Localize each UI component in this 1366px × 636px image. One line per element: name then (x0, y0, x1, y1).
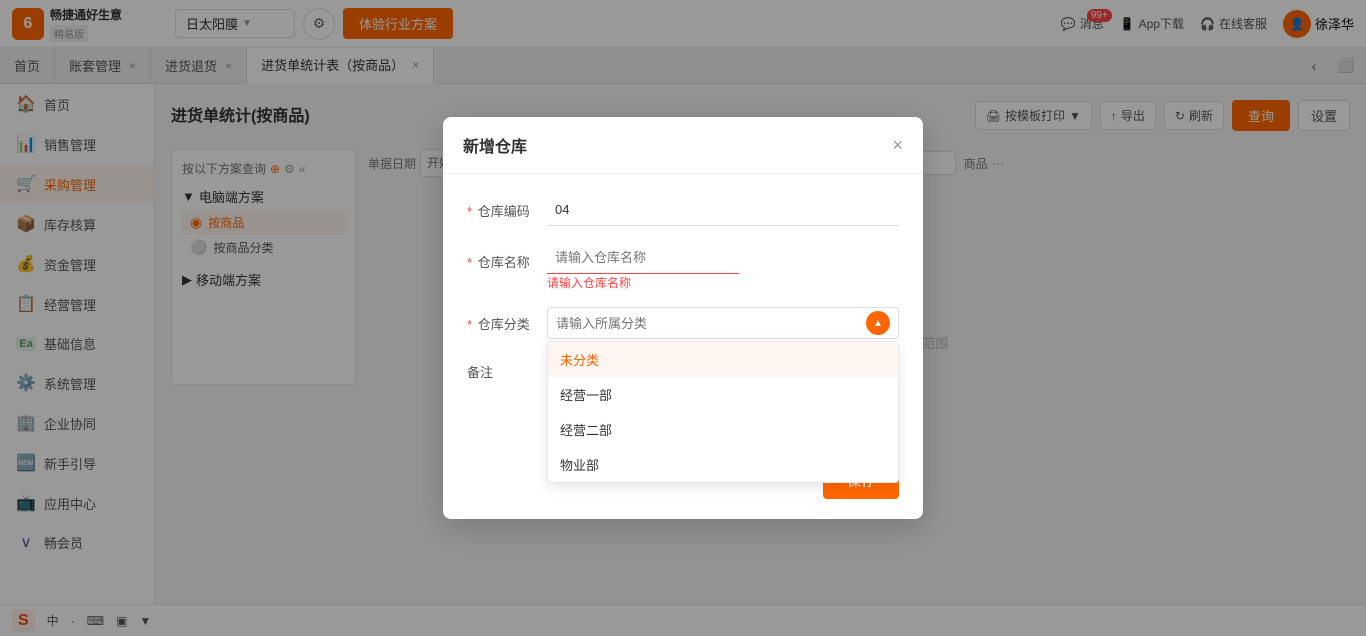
name-required: * (467, 255, 472, 270)
category-input[interactable] (556, 316, 866, 331)
modal-header: 新增仓库 × (443, 117, 923, 174)
modal-body: * 仓库编码 * 仓库名称 请输入仓库名称 (443, 174, 923, 451)
dropdown-item-dept3[interactable]: 物业部 (548, 447, 898, 482)
name-error-msg: 请输入仓库名称 (547, 276, 631, 290)
name-label: * 仓库名称 (467, 245, 547, 271)
modal-title: 新增仓库 (463, 133, 527, 157)
modal-close-button[interactable]: × (892, 135, 903, 156)
category-toggle-btn[interactable]: ▲ (866, 311, 890, 335)
name-input[interactable] (547, 242, 739, 274)
add-warehouse-modal: 新增仓库 × * 仓库编码 * 仓库名称 (443, 117, 923, 519)
name-error-area: 请输入仓库名称 (547, 274, 631, 291)
dropdown-item-dept2[interactable]: 经营二部 (548, 412, 898, 447)
category-input-row: ▲ (547, 307, 899, 339)
dropdown-item-none[interactable]: 未分类 (548, 342, 898, 377)
form-row-name: * 仓库名称 请输入仓库名称 (467, 242, 899, 291)
cat-required: * (467, 317, 472, 332)
code-input[interactable] (547, 194, 899, 226)
code-label: * 仓库编码 (467, 194, 547, 220)
code-required: * (467, 204, 472, 219)
form-row-code: * 仓库编码 (467, 194, 899, 226)
remark-label: 备注 (467, 355, 547, 381)
category-dropdown: 未分类 经营一部 经营二部 物业部 (547, 341, 899, 483)
modal-overlay: 新增仓库 × * 仓库编码 * 仓库名称 (0, 0, 1366, 636)
form-row-category: * 仓库分类 ▲ 未分类 经营一部 经营二部 物业部 (467, 307, 899, 339)
category-select-wrapper: ▲ 未分类 经营一部 经营二部 物业部 (547, 307, 899, 339)
category-label: * 仓库分类 (467, 307, 547, 333)
dropdown-item-dept1[interactable]: 经营一部 (548, 377, 898, 412)
